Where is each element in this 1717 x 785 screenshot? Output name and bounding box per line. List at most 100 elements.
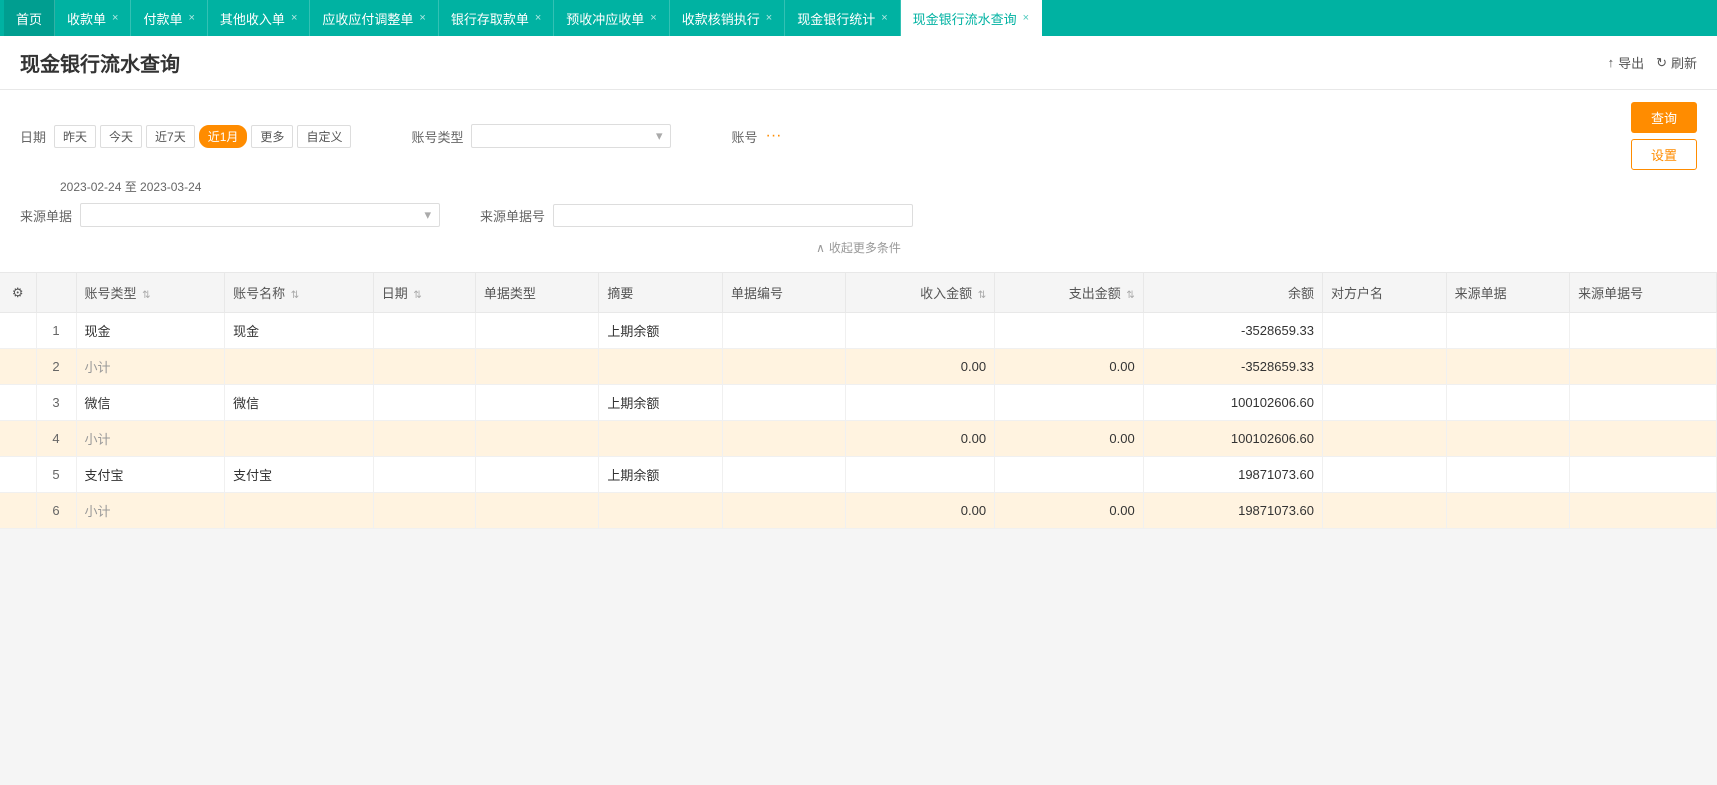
nav-tab-payments-close[interactable]: × bbox=[188, 12, 194, 24]
refresh-button[interactable]: ↻ 刷新 bbox=[1656, 53, 1697, 72]
cell-income bbox=[846, 457, 995, 493]
nav-tab-advance-offset[interactable]: 预收冲应收单 × bbox=[554, 0, 669, 36]
export-button[interactable]: ↑ 导出 bbox=[1608, 53, 1645, 72]
col-doc-no: 单据编号 bbox=[722, 273, 846, 313]
cell-gear bbox=[0, 457, 36, 493]
col-doc-type-label: 单据类型 bbox=[484, 286, 536, 301]
col-account-type[interactable]: 账号类型 ⇅ bbox=[76, 273, 225, 313]
cell-account-type: 小计 bbox=[76, 493, 225, 529]
account-label: 账号 bbox=[731, 127, 757, 146]
date-btn-more[interactable]: 更多 bbox=[251, 125, 293, 148]
nav-tab-ar-ap-label: 应收应付调整单 bbox=[322, 9, 413, 28]
nav-tab-home[interactable]: 首页 bbox=[4, 0, 55, 36]
source-doc-no-input[interactable] bbox=[553, 204, 913, 227]
cell-expense bbox=[995, 385, 1144, 421]
col-source-doc-no-label: 来源单据号 bbox=[1578, 286, 1643, 301]
cell-balance: 19871073.60 bbox=[1143, 457, 1322, 493]
nav-tab-home-label: 首页 bbox=[16, 9, 42, 28]
sort-icon-income: ⇅ bbox=[978, 290, 986, 301]
nav-tab-bank-deposits-close[interactable]: × bbox=[535, 12, 541, 24]
cell-account-type: 小计 bbox=[76, 349, 225, 385]
cell-source-doc bbox=[1446, 385, 1570, 421]
col-balance-label: 余额 bbox=[1288, 286, 1314, 301]
filter-row-2: 来源单据 ▾ 来源单据号 bbox=[20, 203, 1697, 227]
cell-gear bbox=[0, 421, 36, 457]
col-date-label: 日期 bbox=[382, 286, 408, 301]
nav-tab-receipts[interactable]: 收款单 × bbox=[55, 0, 131, 36]
export-label: 导出 bbox=[1618, 53, 1644, 72]
nav-tab-receipts-close[interactable]: × bbox=[112, 12, 118, 24]
nav-tab-payments-label: 付款单 bbox=[143, 9, 182, 28]
nav-tab-cash-bank-flow-close[interactable]: × bbox=[1023, 12, 1029, 24]
col-source-doc: 来源单据 bbox=[1446, 273, 1570, 313]
nav-tab-bank-deposits-label: 银行存取款单 bbox=[451, 9, 529, 28]
cell-source-doc-no bbox=[1570, 457, 1717, 493]
col-summary-label: 摘要 bbox=[607, 286, 633, 301]
cell-account-type: 支付宝 bbox=[76, 457, 225, 493]
cell-doc-no bbox=[722, 457, 846, 493]
date-btn-yesterday[interactable]: 昨天 bbox=[54, 125, 96, 148]
nav-tab-other-income-close[interactable]: × bbox=[291, 12, 297, 24]
cell-income: 0.00 bbox=[846, 349, 995, 385]
col-source-doc-label: 来源单据 bbox=[1455, 286, 1507, 301]
nav-tab-bank-deposits[interactable]: 银行存取款单 × bbox=[439, 0, 554, 36]
cell-doc-type bbox=[475, 493, 599, 529]
sort-icon-expense: ⇅ bbox=[1126, 290, 1134, 301]
nav-tab-cash-bank-flow[interactable]: 现金银行流水查询 × bbox=[901, 0, 1042, 36]
refresh-icon: ↻ bbox=[1656, 55, 1667, 71]
col-date[interactable]: 日期 ⇅ bbox=[373, 273, 475, 313]
export-icon: ↑ bbox=[1608, 55, 1615, 70]
nav-tab-advance-offset-close[interactable]: × bbox=[650, 12, 656, 24]
col-source-doc-no: 来源单据号 bbox=[1570, 273, 1717, 313]
account-dots-button[interactable]: ··· bbox=[765, 127, 781, 145]
query-button[interactable]: 查询 bbox=[1631, 102, 1697, 133]
cell-account-name: 支付宝 bbox=[225, 457, 374, 493]
nav-tab-collection-exec-close[interactable]: × bbox=[766, 12, 772, 24]
table-row: 2小计0.000.00-3528659.33 bbox=[0, 349, 1717, 385]
cell-expense bbox=[995, 457, 1144, 493]
cell-doc-no bbox=[722, 493, 846, 529]
cell-counterpart bbox=[1323, 385, 1447, 421]
nav-tab-cash-bank-stats[interactable]: 现金银行统计 × bbox=[785, 0, 900, 36]
cell-source-doc-no bbox=[1570, 493, 1717, 529]
date-btn-7days[interactable]: 近7天 bbox=[146, 125, 195, 148]
col-income[interactable]: 收入金额 ⇅ bbox=[846, 273, 995, 313]
nav-tab-ar-ap-close[interactable]: × bbox=[419, 12, 425, 24]
cell-seq: 5 bbox=[36, 457, 76, 493]
account-type-select[interactable]: ▾ bbox=[471, 124, 671, 148]
cell-source-doc-no bbox=[1570, 313, 1717, 349]
nav-tab-collection-exec-label: 收款核销执行 bbox=[682, 9, 760, 28]
col-account-name[interactable]: 账号名称 ⇅ bbox=[225, 273, 374, 313]
cell-source-doc bbox=[1446, 313, 1570, 349]
cell-balance: 100102606.60 bbox=[1143, 385, 1322, 421]
cell-account-name bbox=[225, 421, 374, 457]
cell-summary: 上期余额 bbox=[599, 385, 723, 421]
cell-account-name: 微信 bbox=[225, 385, 374, 421]
date-btn-custom[interactable]: 自定义 bbox=[297, 125, 351, 148]
cell-account-type: 现金 bbox=[76, 313, 225, 349]
cell-gear bbox=[0, 493, 36, 529]
source-doc-no-filter-group: 来源单据号 bbox=[480, 204, 913, 227]
nav-tab-payments[interactable]: 付款单 × bbox=[131, 0, 207, 36]
collapse-bar[interactable]: ∧ 收起更多条件 bbox=[20, 235, 1697, 260]
nav-tab-cash-bank-stats-close[interactable]: × bbox=[881, 12, 887, 24]
settings-button[interactable]: 设置 bbox=[1631, 139, 1697, 170]
table-body: 1现金现金上期余额-3528659.332小计0.000.00-3528659.… bbox=[0, 313, 1717, 529]
nav-tab-ar-ap-adjust[interactable]: 应收应付调整单 × bbox=[310, 0, 438, 36]
cell-date bbox=[373, 313, 475, 349]
col-gear[interactable]: ⚙ bbox=[0, 273, 36, 313]
date-btn-1month[interactable]: 近1月 bbox=[199, 125, 248, 148]
date-range-text: 2023-02-24 至 2023-03-24 bbox=[60, 180, 201, 194]
cell-seq: 4 bbox=[36, 421, 76, 457]
col-income-label: 收入金额 bbox=[920, 286, 972, 301]
nav-tab-other-income[interactable]: 其他收入单 × bbox=[208, 0, 310, 36]
cell-date bbox=[373, 493, 475, 529]
sort-icon-account-name: ⇅ bbox=[291, 290, 299, 301]
col-expense[interactable]: 支出金额 ⇅ bbox=[995, 273, 1144, 313]
cell-income: 0.00 bbox=[846, 493, 995, 529]
filter-row-1: 日期 昨天 今天 近7天 近1月 更多 自定义 账号类型 ▾ 账号 ··· bbox=[20, 102, 1697, 170]
nav-tab-collection-exec[interactable]: 收款核销执行 × bbox=[670, 0, 785, 36]
col-expense-label: 支出金额 bbox=[1069, 286, 1121, 301]
date-btn-today[interactable]: 今天 bbox=[100, 125, 142, 148]
source-doc-select[interactable]: ▾ bbox=[80, 203, 440, 227]
